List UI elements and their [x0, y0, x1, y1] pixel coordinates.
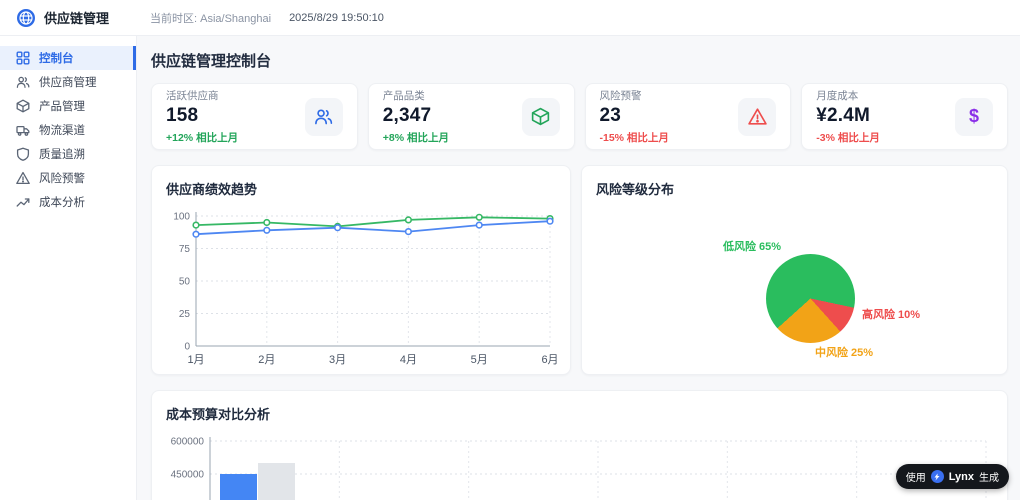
- svg-text:600000: 600000: [171, 437, 205, 448]
- app-title: 供应链管理: [44, 11, 110, 26]
- sidebar-item-label: 质量追溯: [39, 149, 85, 161]
- sidebar-item-logistics[interactable]: 物流渠道: [0, 118, 136, 142]
- lynx-badge[interactable]: 使用 Lynx 生成: [895, 464, 1009, 489]
- package-icon: [521, 97, 560, 136]
- stat-card-monthly-cost: 月度成本 ¥2.4M -3% 相比上月 $: [801, 83, 1008, 150]
- stat-value: 23: [599, 105, 622, 126]
- supplier-performance-chart-card: 供应商绩效趋势 0 25 50 75 100 1月 2月 3月 4月 5月 6月: [151, 165, 571, 375]
- stat-label: 活跃供应商: [166, 90, 219, 102]
- sidebar-item-label: 物流渠道: [39, 125, 85, 137]
- current-timestamp: 2025/8/29 19:50:10: [289, 11, 384, 24]
- timezone-label: 当前时区: Asia/Shanghai: [150, 12, 272, 25]
- pie-label-low-risk: 低风险 65%: [723, 241, 782, 253]
- svg-text:75: 75: [179, 244, 191, 255]
- warning-icon: [16, 171, 30, 185]
- pie-chart: 低风险 65% 高风险 10% 中风险 25%: [596, 198, 993, 373]
- chart-title: 风险等级分布: [596, 182, 675, 197]
- svg-text:100: 100: [173, 212, 190, 223]
- sidebar-item-dashboard[interactable]: 控制台: [0, 46, 136, 70]
- svg-text:5月: 5月: [471, 354, 488, 366]
- stat-delta: +8% 相比上月: [382, 132, 449, 144]
- badge-suffix: 生成: [979, 473, 999, 484]
- svg-text:450000: 450000: [171, 470, 205, 481]
- sidebar-item-label: 风险预警: [39, 173, 85, 185]
- sidebar-item-suppliers[interactable]: 供应商管理: [0, 70, 136, 94]
- stat-label: 风险预警: [599, 90, 642, 102]
- stat-value: 2,347: [382, 105, 432, 126]
- sidebar-item-quality[interactable]: 质量追溯: [0, 142, 136, 166]
- svg-text:0: 0: [184, 342, 190, 353]
- badge-prefix: 使用: [905, 473, 926, 484]
- line-chart: 0 25 50 75 100 1月 2月 3月 4月 5月 6月: [166, 204, 558, 377]
- svg-text:6月: 6月: [541, 354, 558, 366]
- pie-label-high-risk: 高风险 10%: [862, 309, 921, 321]
- warning-icon: [738, 97, 777, 136]
- badge-brand: Lynx: [948, 470, 974, 483]
- sidebar: 控制台 供应商管理 产品管理 物流渠道 质量追溯 风险预警 成本分析: [0, 36, 137, 500]
- stat-delta: +12% 相比上月: [166, 132, 239, 144]
- truck-icon: [16, 123, 30, 137]
- stat-value: 158: [166, 105, 199, 126]
- shield-icon: [16, 147, 30, 161]
- topbar: 供应链管理 当前时区: Asia/Shanghai 2025/8/29 19:5…: [0, 0, 1020, 36]
- main-content: 供应链管理控制台 活跃供应商 158 +12% 相比上月 产品品类 2,347 …: [137, 36, 1020, 500]
- topbar-meta: 当前时区: Asia/Shanghai 2025/8/29 19:50:10: [150, 10, 384, 26]
- sidebar-item-cost[interactable]: 成本分析: [0, 190, 136, 214]
- stat-card-active-suppliers: 活跃供应商 158 +12% 相比上月: [151, 83, 358, 150]
- svg-text:3月: 3月: [329, 354, 346, 366]
- stat-delta: -15% 相比上月: [599, 132, 669, 144]
- dashboard-icon: [16, 51, 30, 65]
- sidebar-item-label: 成本分析: [39, 197, 85, 209]
- sidebar-item-products[interactable]: 产品管理: [0, 94, 136, 118]
- lynx-logo-icon: [930, 470, 944, 483]
- users-icon: [16, 75, 30, 89]
- sidebar-item-label: 产品管理: [39, 101, 85, 113]
- svg-text:2月: 2月: [258, 354, 275, 366]
- stat-label: 产品品类: [382, 90, 425, 102]
- users-icon: [304, 97, 343, 136]
- pie-graphic: [766, 254, 855, 343]
- stat-card-risk-alerts: 风险预警 23 -15% 相比上月: [584, 83, 792, 150]
- svg-text:50: 50: [179, 277, 191, 288]
- dollar-icon: $: [955, 97, 993, 136]
- risk-distribution-chart-card: 风险等级分布 低风险 65% 高风险 10% 中风险 25%: [581, 165, 1008, 375]
- stat-card-product-categories: 产品品类 2,347 +8% 相比上月: [367, 83, 575, 150]
- chart-title: 供应商绩效趋势: [166, 182, 258, 197]
- stat-label: 月度成本: [816, 90, 859, 102]
- sidebar-item-risk[interactable]: 风险预警: [0, 166, 136, 190]
- pie-label-mid-risk: 中风险 25%: [815, 347, 874, 359]
- brand: 供应链管理: [16, 8, 138, 28]
- cost-budget-chart-card: 成本预算对比分析 0150000300000450000600000: [151, 390, 1008, 500]
- page-title: 供应链管理控制台: [151, 53, 272, 70]
- sidebar-item-label: 供应商管理: [39, 77, 97, 89]
- stat-cards-row: 活跃供应商 158 +12% 相比上月 产品品类 2,347 +8% 相比上月: [151, 83, 1008, 150]
- trend-icon: [16, 195, 30, 209]
- svg-text:25: 25: [179, 309, 191, 320]
- bar-chart: 0150000300000450000600000: [166, 433, 993, 500]
- globe-logo-icon: [16, 8, 36, 28]
- svg-text:1月: 1月: [187, 354, 204, 366]
- chart-title: 成本预算对比分析: [166, 407, 271, 422]
- stat-delta: -3% 相比上月: [816, 132, 880, 144]
- stat-value: ¥2.4M: [816, 105, 871, 126]
- svg-text:4月: 4月: [400, 354, 417, 366]
- charts-row: 供应商绩效趋势 0 25 50 75 100 1月 2月 3月 4月 5月 6月 风险等级分布 低风…: [151, 165, 1008, 375]
- package-icon: [16, 99, 30, 113]
- sidebar-item-label: 控制台: [39, 53, 74, 65]
